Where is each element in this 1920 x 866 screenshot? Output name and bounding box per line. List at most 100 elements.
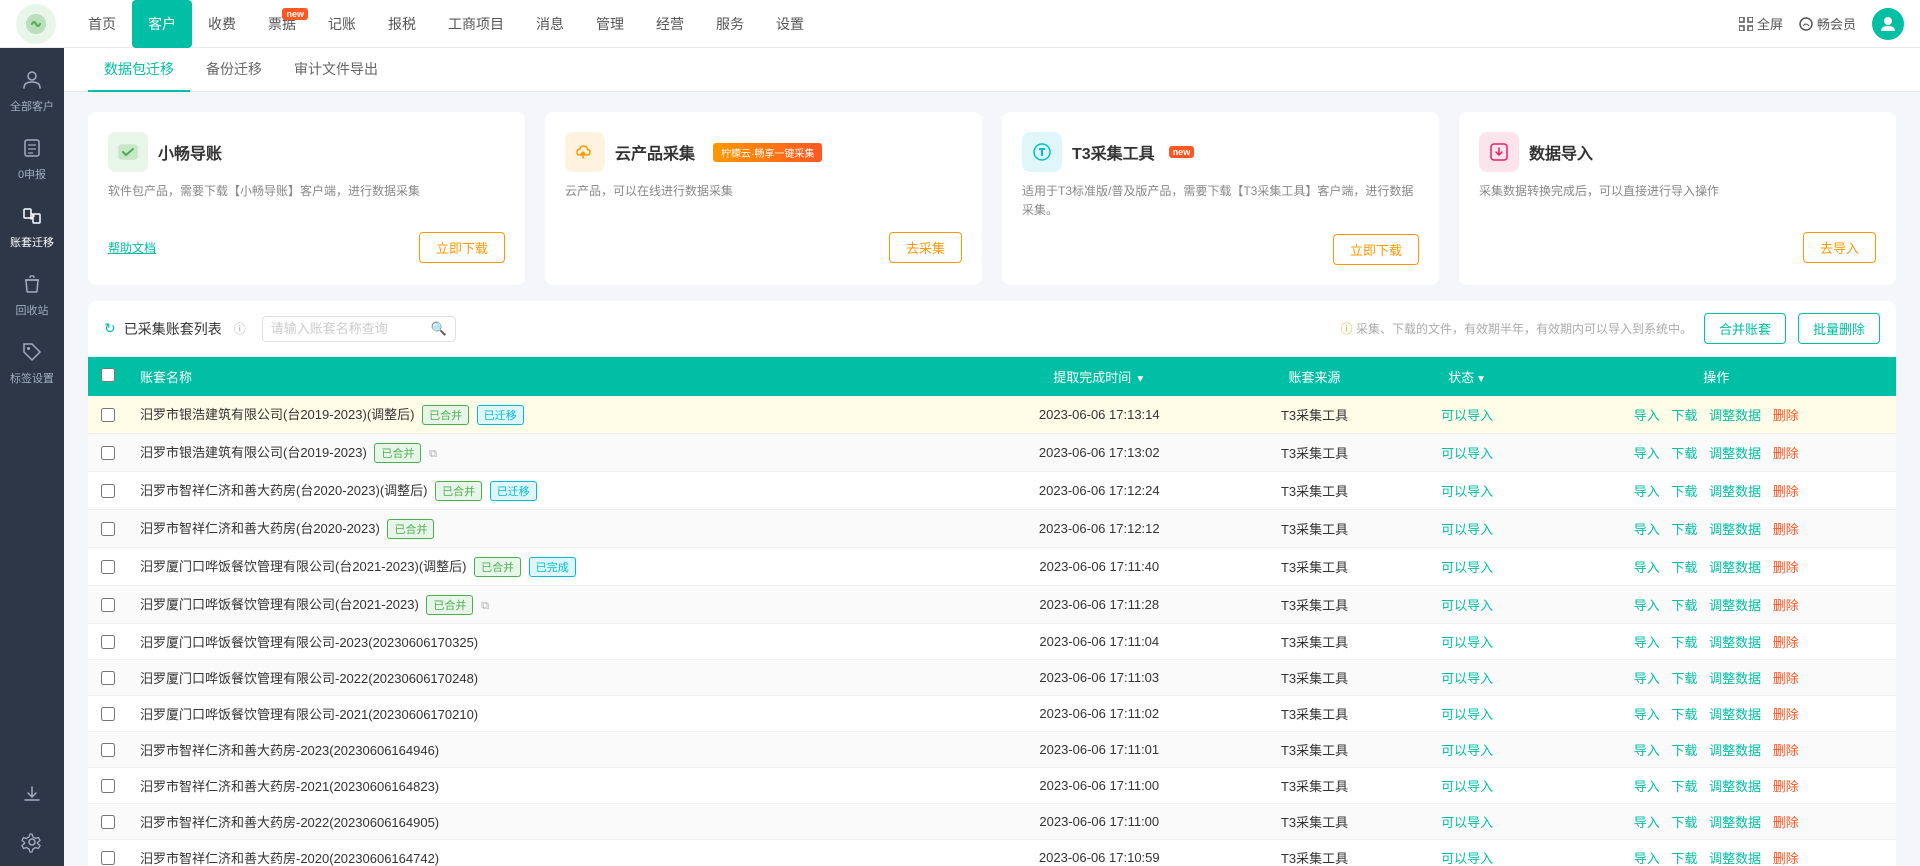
card-xiaochang-link[interactable]: 帮助文档 bbox=[108, 239, 156, 256]
refresh-icon[interactable]: ↻ bbox=[104, 320, 116, 337]
sidebar-item-zero-report[interactable]: 0申报 bbox=[0, 124, 64, 192]
delete-action[interactable]: 删除 bbox=[1773, 635, 1799, 650]
adjust-action[interactable]: 调整数据 bbox=[1709, 635, 1761, 650]
nav-tax[interactable]: 报税 bbox=[372, 0, 432, 48]
adjust-action[interactable]: 调整数据 bbox=[1709, 815, 1761, 830]
download-action[interactable]: 下载 bbox=[1671, 635, 1697, 650]
nav-service[interactable]: 服务 bbox=[700, 0, 760, 48]
card-xiaochang-btn[interactable]: 立即下载 bbox=[419, 232, 505, 263]
nav-settings[interactable]: 设置 bbox=[760, 0, 820, 48]
row-checkbox[interactable] bbox=[101, 779, 115, 793]
fullscreen-button[interactable]: 全屏 bbox=[1739, 14, 1783, 33]
nav-fee[interactable]: 收费 bbox=[192, 0, 252, 48]
bulk-delete-button[interactable]: 批量删除 bbox=[1798, 313, 1880, 344]
info-icon[interactable]: ⓘ bbox=[234, 320, 246, 337]
search-input[interactable] bbox=[271, 321, 431, 336]
row-checkbox[interactable] bbox=[101, 707, 115, 721]
adjust-action[interactable]: 调整数据 bbox=[1709, 522, 1761, 537]
nav-customer[interactable]: 客户 bbox=[132, 0, 192, 48]
row-checkbox[interactable] bbox=[101, 671, 115, 685]
sidebar-item-recycle[interactable]: 回收站 bbox=[0, 260, 64, 328]
select-all-checkbox[interactable] bbox=[101, 368, 115, 382]
adjust-action[interactable]: 调整数据 bbox=[1709, 408, 1761, 423]
sidebar-item-tag-settings[interactable]: 标签设置 bbox=[0, 328, 64, 396]
nav-invoice[interactable]: 票据 new bbox=[252, 0, 312, 48]
row-checkbox[interactable] bbox=[101, 598, 115, 612]
nav-business[interactable]: 工商项目 bbox=[432, 0, 520, 48]
delete-action[interactable]: 删除 bbox=[1773, 779, 1799, 794]
sidebar-item-all-customers[interactable]: 全部客户 bbox=[0, 56, 64, 124]
card-cloud-btn[interactable]: 去采集 bbox=[889, 232, 962, 263]
delete-action[interactable]: 删除 bbox=[1773, 707, 1799, 722]
row-checkbox[interactable] bbox=[101, 743, 115, 757]
download-action[interactable]: 下载 bbox=[1671, 522, 1697, 537]
adjust-action[interactable]: 调整数据 bbox=[1709, 560, 1761, 575]
copy-icon[interactable]: ⧉ bbox=[429, 448, 437, 460]
nav-bookkeeping[interactable]: 记账 bbox=[312, 0, 372, 48]
download-action[interactable]: 下载 bbox=[1671, 779, 1697, 794]
user-avatar[interactable] bbox=[1872, 8, 1904, 40]
delete-action[interactable]: 删除 bbox=[1773, 522, 1799, 537]
download-action[interactable]: 下载 bbox=[1671, 707, 1697, 722]
delete-action[interactable]: 删除 bbox=[1773, 560, 1799, 575]
nav-operation[interactable]: 经营 bbox=[640, 0, 700, 48]
delete-action[interactable]: 删除 bbox=[1773, 484, 1799, 499]
import-action[interactable]: 导入 bbox=[1634, 522, 1660, 537]
adjust-action[interactable]: 调整数据 bbox=[1709, 851, 1761, 866]
adjust-action[interactable]: 调整数据 bbox=[1709, 779, 1761, 794]
delete-action[interactable]: 删除 bbox=[1773, 408, 1799, 423]
import-action[interactable]: 导入 bbox=[1634, 671, 1660, 686]
nav-message[interactable]: 消息 bbox=[520, 0, 580, 48]
delete-action[interactable]: 删除 bbox=[1773, 671, 1799, 686]
delete-action[interactable]: 删除 bbox=[1773, 743, 1799, 758]
sidebar-item-config[interactable] bbox=[18, 818, 46, 866]
delete-action[interactable]: 删除 bbox=[1773, 598, 1799, 613]
download-action[interactable]: 下载 bbox=[1671, 484, 1697, 499]
tab-data-migration[interactable]: 数据包迁移 bbox=[88, 48, 190, 92]
import-action[interactable]: 导入 bbox=[1634, 851, 1660, 866]
card-import-btn[interactable]: 去导入 bbox=[1803, 232, 1876, 263]
nav-manage[interactable]: 管理 bbox=[580, 0, 640, 48]
row-checkbox[interactable] bbox=[101, 484, 115, 498]
download-action[interactable]: 下载 bbox=[1671, 851, 1697, 866]
card-t3-btn[interactable]: 立即下载 bbox=[1333, 234, 1419, 265]
row-checkbox[interactable] bbox=[101, 815, 115, 829]
download-action[interactable]: 下载 bbox=[1671, 408, 1697, 423]
delete-action[interactable]: 删除 bbox=[1773, 815, 1799, 830]
adjust-action[interactable]: 调整数据 bbox=[1709, 446, 1761, 461]
import-action[interactable]: 导入 bbox=[1634, 446, 1660, 461]
download-action[interactable]: 下载 bbox=[1671, 598, 1697, 613]
delete-action[interactable]: 删除 bbox=[1773, 851, 1799, 866]
search-icon[interactable]: 🔍 bbox=[431, 321, 447, 337]
row-checkbox[interactable] bbox=[101, 635, 115, 649]
import-action[interactable]: 导入 bbox=[1634, 598, 1660, 613]
import-action[interactable]: 导入 bbox=[1634, 484, 1660, 499]
row-checkbox[interactable] bbox=[101, 522, 115, 536]
download-action[interactable]: 下载 bbox=[1671, 671, 1697, 686]
import-action[interactable]: 导入 bbox=[1634, 707, 1660, 722]
sidebar-item-account-migrate[interactable]: 账套迁移 bbox=[0, 192, 64, 260]
import-action[interactable]: 导入 bbox=[1634, 635, 1660, 650]
row-checkbox[interactable] bbox=[101, 851, 115, 865]
delete-action[interactable]: 删除 bbox=[1773, 446, 1799, 461]
tab-audit-export[interactable]: 审计文件导出 bbox=[278, 48, 394, 92]
row-checkbox[interactable] bbox=[101, 408, 115, 422]
nav-home[interactable]: 首页 bbox=[72, 0, 132, 48]
adjust-action[interactable]: 调整数据 bbox=[1709, 743, 1761, 758]
member-button[interactable]: 畅会员 bbox=[1799, 14, 1856, 33]
import-action[interactable]: 导入 bbox=[1634, 815, 1660, 830]
download-action[interactable]: 下载 bbox=[1671, 815, 1697, 830]
import-action[interactable]: 导入 bbox=[1634, 779, 1660, 794]
merge-button[interactable]: 合并账套 bbox=[1704, 313, 1786, 344]
adjust-action[interactable]: 调整数据 bbox=[1709, 707, 1761, 722]
row-checkbox[interactable] bbox=[101, 446, 115, 460]
import-action[interactable]: 导入 bbox=[1634, 408, 1660, 423]
row-checkbox[interactable] bbox=[101, 560, 115, 574]
download-action[interactable]: 下载 bbox=[1671, 743, 1697, 758]
sidebar-item-download[interactable] bbox=[18, 770, 46, 818]
adjust-action[interactable]: 调整数据 bbox=[1709, 598, 1761, 613]
adjust-action[interactable]: 调整数据 bbox=[1709, 671, 1761, 686]
import-action[interactable]: 导入 bbox=[1634, 743, 1660, 758]
copy-icon[interactable]: ⧉ bbox=[481, 600, 489, 612]
download-action[interactable]: 下载 bbox=[1671, 446, 1697, 461]
